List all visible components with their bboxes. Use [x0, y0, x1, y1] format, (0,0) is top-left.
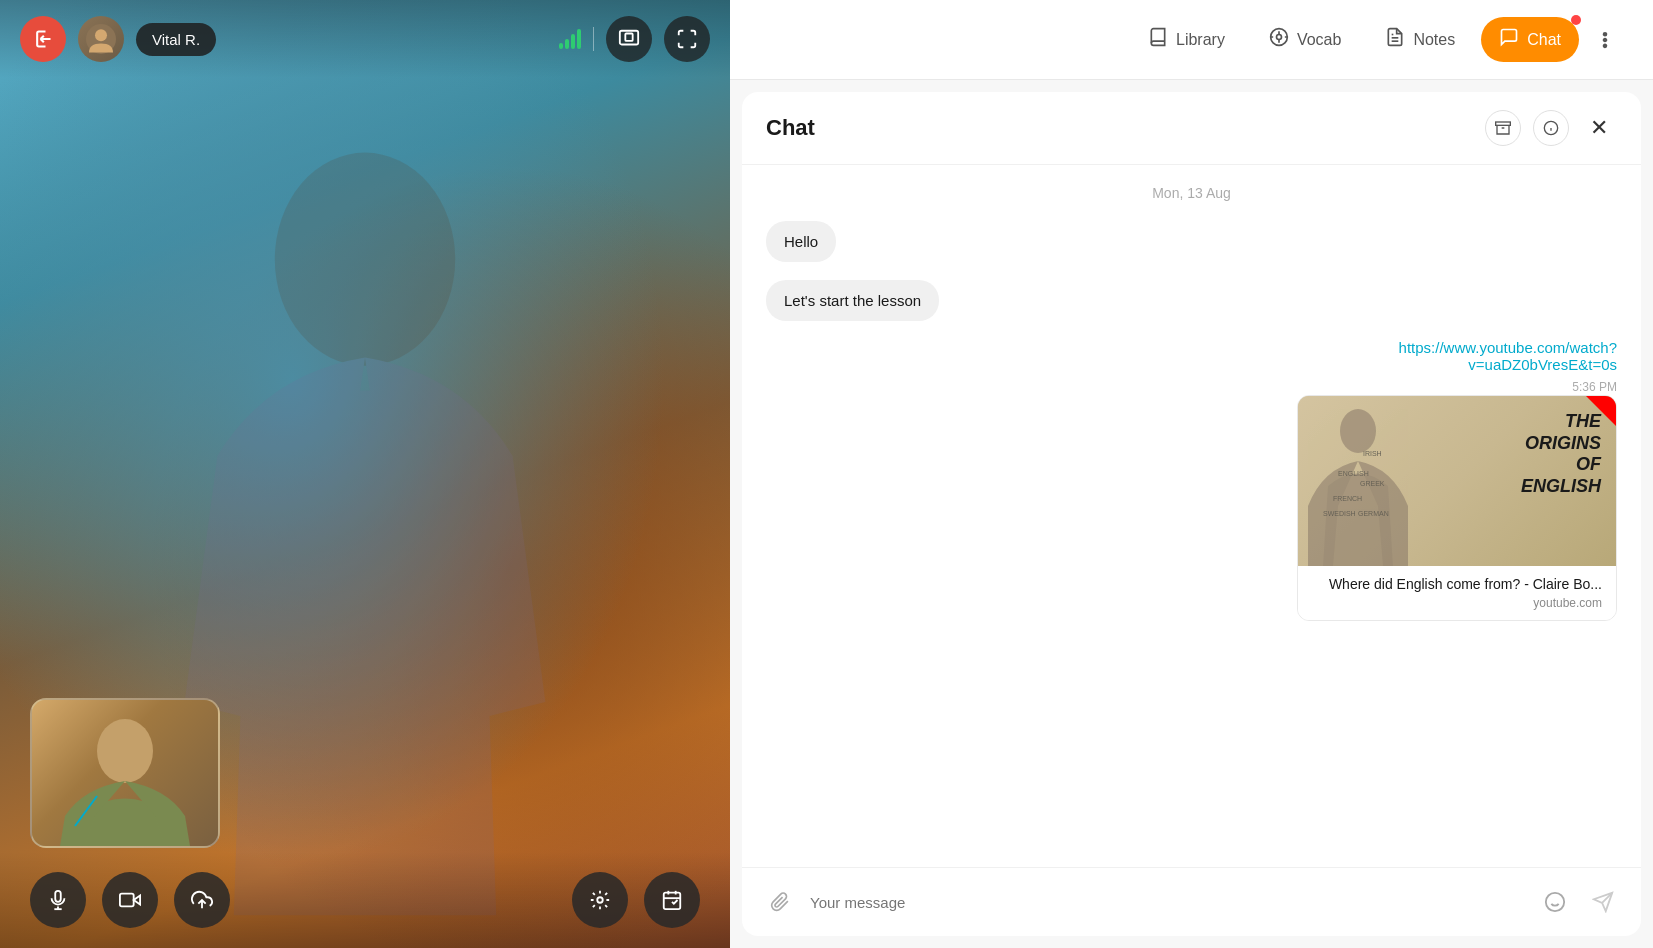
fullscreen-button[interactable]	[664, 16, 710, 62]
emoji-button[interactable]	[1537, 884, 1573, 920]
effects-button[interactable]	[572, 872, 628, 928]
user-avatar	[78, 16, 124, 62]
chat-title: Chat	[766, 115, 1485, 141]
chat-date-label: Mon, 13 Aug	[766, 185, 1617, 201]
chat-label: Chat	[1527, 31, 1561, 49]
message-bubble-hello: Hello	[766, 221, 836, 262]
nav-chat[interactable]: Chat	[1481, 17, 1579, 62]
more-options-button[interactable]	[1587, 22, 1623, 58]
chat-notification-badge	[1571, 15, 1581, 25]
svg-point-0	[275, 153, 455, 366]
link-message: https://www.youtube.com/watch?v=uaDZ0bVr…	[766, 339, 1617, 621]
chat-header: Chat ✕	[742, 92, 1641, 165]
message-bubble-lesson: Let's start the lesson	[766, 280, 939, 321]
svg-text:GERMAN: GERMAN	[1358, 510, 1389, 517]
svg-point-28	[1340, 409, 1376, 453]
svg-point-2	[95, 29, 107, 41]
yt-card-info: Where did English come from? - Claire Bo…	[1298, 566, 1616, 620]
attach-button[interactable]	[762, 884, 798, 920]
share-button[interactable]	[174, 872, 230, 928]
svg-rect-23	[1496, 122, 1511, 125]
info-button[interactable]	[1533, 110, 1569, 146]
link-time: 5:36 PM	[1572, 380, 1617, 394]
svg-point-35	[1546, 893, 1564, 911]
nav-notes[interactable]: Notes	[1367, 17, 1473, 62]
self-view	[30, 698, 220, 848]
chat-panel: Chat ✕	[742, 92, 1641, 936]
message-row-hello: Hello	[766, 221, 1617, 272]
close-chat-button[interactable]: ✕	[1581, 110, 1617, 146]
library-icon	[1148, 27, 1168, 52]
video-panel: Vital R.	[0, 0, 730, 948]
svg-rect-4	[625, 34, 632, 41]
svg-rect-7	[55, 891, 61, 902]
svg-text:SWEDISH: SWEDISH	[1323, 510, 1356, 517]
divider	[593, 27, 594, 51]
yt-figure: IRISH ENGLISH GREEK FRENCH SWEDISH GERMA…	[1308, 406, 1408, 566]
message-input[interactable]	[810, 894, 1525, 911]
notes-label: Notes	[1413, 31, 1455, 49]
nav-chat-wrap: Chat	[1481, 17, 1579, 62]
chat-header-icons: ✕	[1485, 110, 1617, 146]
svg-rect-10	[120, 894, 134, 907]
message-row-lesson: Let's start the lesson	[766, 280, 1617, 331]
archive-button[interactable]	[1485, 110, 1521, 146]
video-topbar: Vital R.	[0, 0, 730, 78]
self-view-background	[32, 700, 218, 846]
svg-text:FRENCH: FRENCH	[1333, 495, 1362, 502]
right-panel: Library Vocab No	[730, 0, 1653, 948]
camera-button[interactable]	[102, 872, 158, 928]
svg-point-17	[1276, 35, 1281, 40]
exit-button[interactable]	[20, 16, 66, 62]
video-controls	[0, 852, 730, 948]
youtube-card[interactable]: IRISH ENGLISH GREEK FRENCH SWEDISH GERMA…	[1297, 395, 1617, 621]
yt-thumbnail: IRISH ENGLISH GREEK FRENCH SWEDISH GERMA…	[1298, 396, 1616, 566]
notes-icon	[1385, 27, 1405, 52]
svg-text:GREEK: GREEK	[1360, 480, 1385, 487]
user-name-badge: Vital R.	[136, 23, 216, 56]
svg-point-5	[97, 719, 153, 783]
signal-strength	[559, 29, 581, 49]
youtube-link[interactable]: https://www.youtube.com/watch?v=uaDZ0bVr…	[1297, 339, 1617, 373]
self-person	[45, 716, 205, 846]
link-content: https://www.youtube.com/watch?v=uaDZ0bVr…	[1297, 339, 1617, 621]
svg-point-20	[1604, 32, 1607, 35]
svg-point-21	[1604, 38, 1607, 41]
svg-text:IRISH: IRISH	[1363, 450, 1382, 457]
nav-library[interactable]: Library	[1130, 17, 1243, 62]
mic-button[interactable]	[30, 872, 86, 928]
send-button[interactable]	[1585, 884, 1621, 920]
chat-input-bar	[742, 867, 1641, 936]
yt-card-domain: youtube.com	[1312, 596, 1602, 610]
yt-card-title: Where did English come from? - Claire Bo…	[1312, 576, 1602, 592]
screen-share-button[interactable]	[606, 16, 652, 62]
nav-vocab[interactable]: Vocab	[1251, 17, 1359, 62]
vocab-icon	[1269, 27, 1289, 52]
vocab-label: Vocab	[1297, 31, 1341, 49]
svg-point-22	[1604, 44, 1607, 47]
svg-point-12	[597, 897, 603, 903]
svg-text:ENGLISH: ENGLISH	[1338, 470, 1369, 477]
schedule-button[interactable]	[644, 872, 700, 928]
chat-icon	[1499, 27, 1519, 52]
top-nav: Library Vocab No	[730, 0, 1653, 80]
library-label: Library	[1176, 31, 1225, 49]
yt-title-text: THEORIGINSOFENGLISH	[1521, 411, 1601, 497]
chat-messages[interactable]: Mon, 13 Aug Hello Let's start the lesson…	[742, 165, 1641, 867]
